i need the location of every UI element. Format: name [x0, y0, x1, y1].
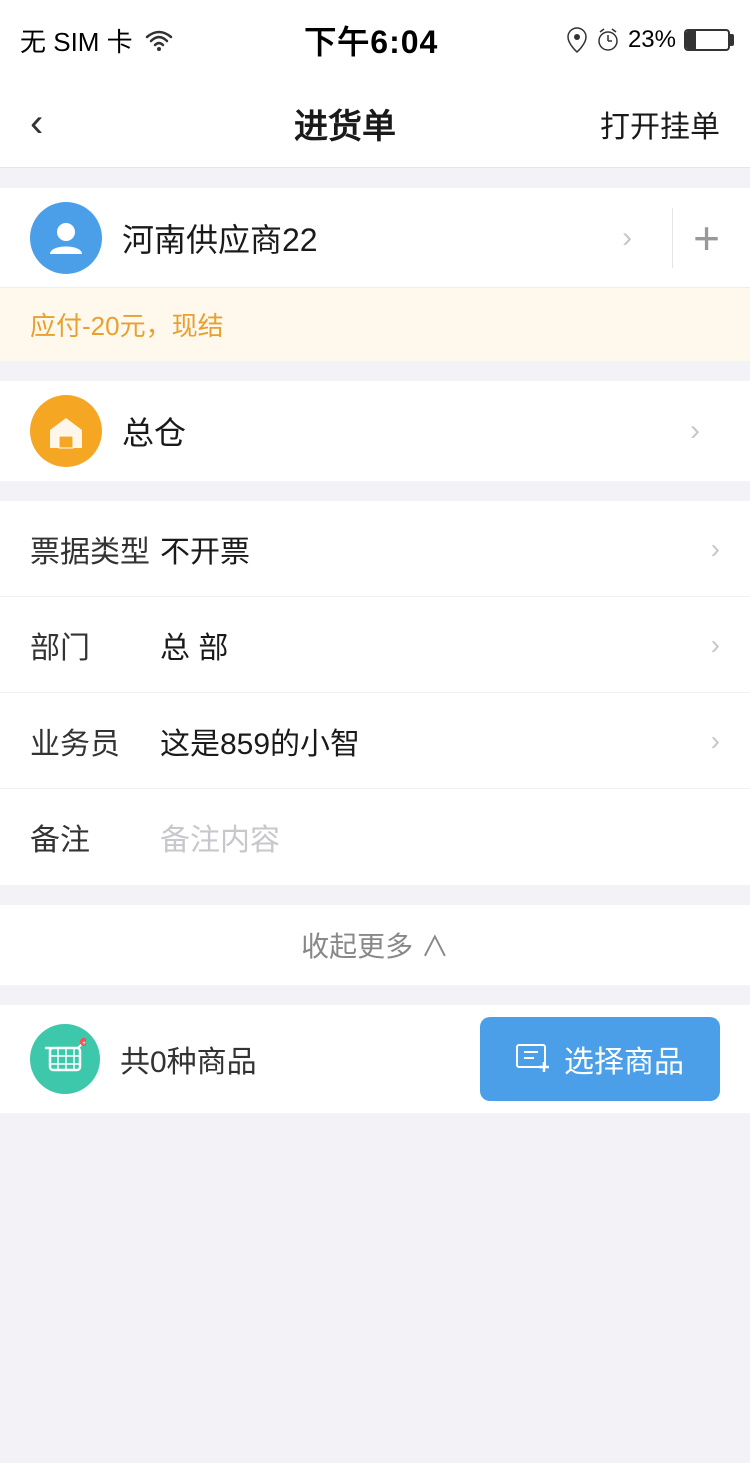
invoice-label: 票据类型 [30, 527, 160, 571]
salesman-row[interactable]: 业务员 这是859的小智 › [0, 693, 750, 789]
invoice-value: 不开票 [160, 527, 711, 571]
invoice-row[interactable]: 票据类型 不开票 › [0, 501, 750, 597]
status-bar: 无 SIM 卡 下午6:04 23% [0, 0, 750, 80]
time-label: 下午6:04 [304, 17, 438, 63]
supplier-avatar [30, 202, 102, 274]
salesman-chevron-icon: › [711, 725, 720, 757]
warehouse-chevron-icon: › [690, 414, 700, 448]
notice-text: 应付-20元，现结 [30, 311, 224, 341]
supplier-section[interactable]: 河南供应商22 › + [0, 188, 750, 288]
dept-label: 部门 [30, 623, 160, 667]
product-count-icon-wrap: + [30, 1024, 100, 1094]
select-product-button[interactable]: 选择商品 [480, 1017, 720, 1101]
divider [672, 208, 673, 268]
dept-chevron-icon: › [711, 629, 720, 661]
battery-label: 23% [628, 26, 676, 54]
dept-value: 总 部 [160, 623, 711, 667]
product-count-area: + 共0种商品 [30, 1024, 257, 1094]
form-section: 票据类型 不开票 › 部门 总 部 › 业务员 这是859的小智 › 备注 备注… [0, 501, 750, 885]
back-button[interactable]: ‹ [30, 101, 90, 146]
supplier-name: 河南供应商22 [122, 215, 622, 261]
remark-label: 备注 [30, 815, 160, 859]
collapse-button[interactable]: 收起更多 ∧ [0, 905, 750, 985]
notice-bar: 应付-20元，现结 [0, 288, 750, 361]
page-title: 进货单 [294, 99, 396, 148]
status-left: 无 SIM 卡 [20, 22, 177, 59]
open-pending-button[interactable]: 打开挂单 [600, 102, 720, 146]
bottom-bar: + 共0种商品 选择商品 [0, 1005, 750, 1113]
warehouse-section[interactable]: 总仓 › [0, 381, 750, 481]
nav-bar: ‹ 进货单 打开挂单 [0, 80, 750, 168]
battery-icon [684, 29, 730, 51]
warehouse-icon [45, 410, 87, 452]
select-product-label: 选择商品 [564, 1037, 684, 1081]
remark-input[interactable]: 备注内容 [160, 815, 720, 859]
invoice-chevron-icon: › [711, 533, 720, 565]
supplier-chevron-icon: › [622, 221, 632, 255]
svg-text:+: + [82, 1041, 86, 1047]
bottom-fill [0, 1113, 750, 1463]
warehouse-icon-wrap [30, 395, 102, 467]
collapse-label: 收起更多 ∧ [301, 925, 449, 965]
wifi-icon [141, 27, 177, 53]
warehouse-label: 总仓 [122, 408, 690, 454]
select-product-icon [516, 1044, 552, 1074]
cart-icon: + [44, 1038, 86, 1080]
remark-row[interactable]: 备注 备注内容 [0, 789, 750, 885]
alarm-icon [596, 27, 620, 53]
gap-1 [0, 168, 750, 188]
add-supplier-button[interactable]: + [693, 215, 720, 261]
status-right: 23% [566, 26, 730, 54]
salesman-value: 这是859的小智 [160, 719, 711, 763]
dept-row[interactable]: 部门 总 部 › [0, 597, 750, 693]
product-count-label: 共0种商品 [120, 1037, 257, 1081]
location-icon [566, 27, 588, 53]
salesman-label: 业务员 [30, 719, 160, 763]
carrier-label: 无 SIM 卡 [20, 22, 133, 59]
person-icon [46, 218, 86, 258]
